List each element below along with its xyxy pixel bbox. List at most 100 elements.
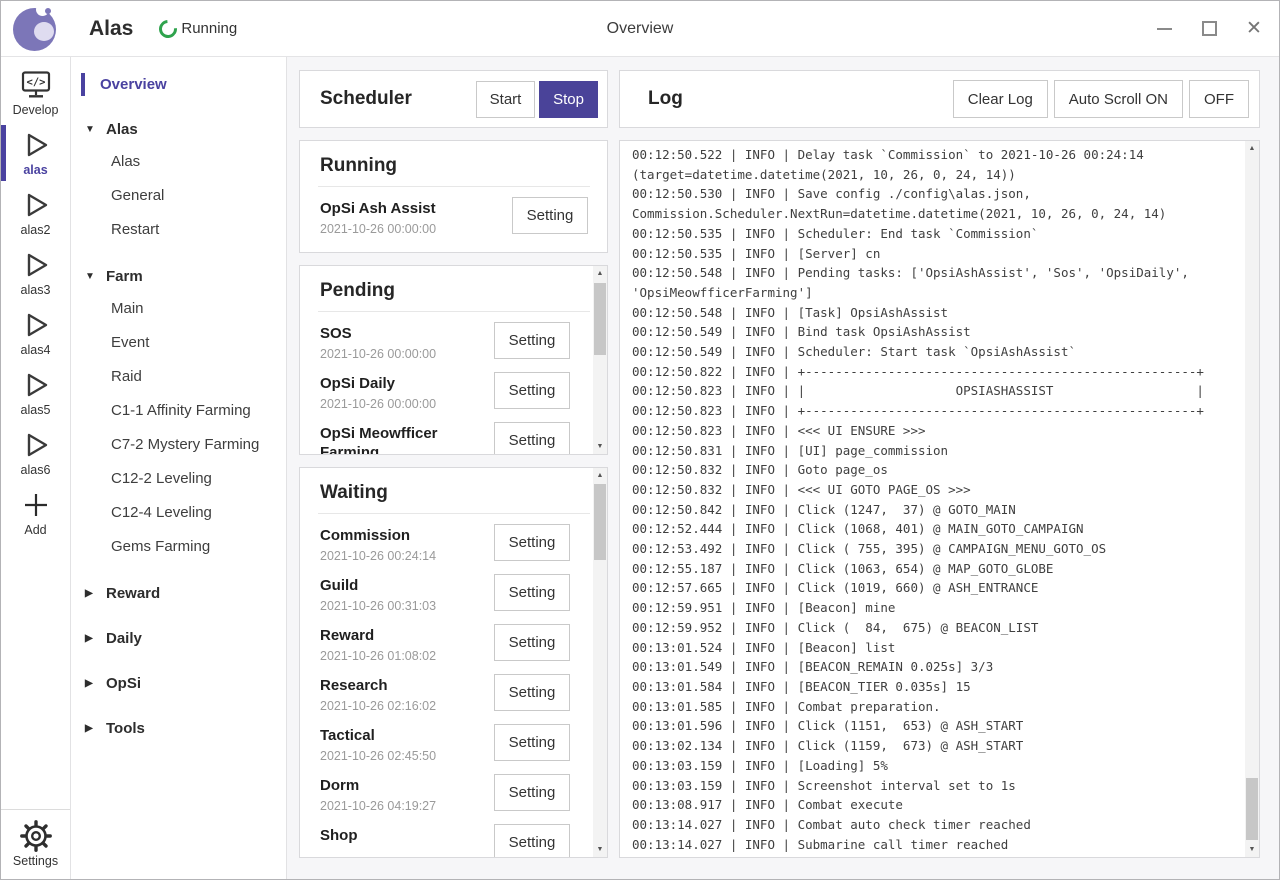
log-title: Log [648,88,947,110]
log-line: 00:12:50.548 | INFO | [Task] OpsiAshAssi… [632,303,1235,323]
nav-item-general[interactable]: General [71,178,286,212]
play-icon [19,248,53,282]
nav-item-c12-4-leveling[interactable]: C12-4 Leveling [71,495,286,529]
stop-button[interactable]: Stop [539,81,598,118]
play-icon [19,368,53,402]
maximize-button[interactable] [1200,20,1218,38]
nav-item-gems-farming[interactable]: Gems Farming [71,529,286,563]
instance-sidebar: </>Developalas alas2 alas3 alas4alas5alas6A… [1,57,71,879]
nav-section-reward[interactable]: ▶Reward [71,578,286,608]
sidebar-item-alas5[interactable]: alas5 [1,363,70,423]
task-name: OpSi Daily [320,372,492,393]
logo-dot [45,8,51,14]
sidebar-item-alas3[interactable]: alas3 [1,243,70,303]
nav-item-restart[interactable]: Restart [71,212,286,246]
nav-item-c7-2-mystery-farming[interactable]: C7-2 Mystery Farming [71,427,286,461]
running-task-list: OpSi Ash Assist2021-10-26 00:00:00Settin… [300,197,607,252]
task-row: OpSi Meowfficer FarmingSetting [320,422,607,454]
clear-log-button[interactable]: Clear Log [953,80,1048,118]
setting-button[interactable]: Setting [494,574,570,611]
nav-item-alas[interactable]: Alas [71,144,286,178]
divider [318,186,590,187]
minimize-icon [1157,28,1172,30]
setting-button[interactable]: Setting [494,774,570,811]
scheduler-status: Running [159,20,237,38]
sidebar-item-add[interactable]: Add [1,483,70,543]
auto-scroll-on-button[interactable]: Auto Scroll ON [1054,80,1183,118]
nav-item-raid[interactable]: Raid [71,359,286,393]
scroll-down-icon[interactable]: ▼ [593,439,607,454]
auto-scroll-off-button[interactable]: OFF [1189,80,1249,118]
log-line: 00:13:01.584 | INFO | [BEACON_TIER 0.035… [632,677,1235,697]
nav-section-label: Farm [106,268,143,285]
task-row: OpSi Daily2021-10-26 00:00:00Setting [320,372,607,422]
task-name: SOS [320,322,492,343]
sidebar-item-alas[interactable]: alas [1,123,70,183]
log-line: 00:12:50.530 | INFO | Save config ./conf… [632,184,1235,223]
nav-section-daily[interactable]: ▶Daily [71,623,286,653]
nav-item-main[interactable]: Main [71,291,286,325]
setting-button[interactable]: Setting [494,372,570,409]
log-line: 00:12:57.665 | INFO | Click (1019, 660) … [632,578,1235,598]
sidebar-item-alas6[interactable]: alas6 [1,423,70,483]
sidebar-item-alas4[interactable]: alas4 [1,303,70,363]
scrollbar[interactable]: ▲▼ [593,266,607,454]
setting-button[interactable]: Setting [494,322,570,359]
log-scrollbar[interactable]: ▲ ▼ [1245,141,1259,857]
sidebar-item-settings[interactable]: Settings [1,809,70,879]
log-line: 00:13:03.159 | INFO | Screenshot interva… [632,776,1235,796]
log-line: 00:13:08.917 | INFO | Combat execute [632,795,1235,815]
sidebar-item-label: alas2 [21,223,51,237]
nav-item-c1-1-affinity-farming[interactable]: C1-1 Affinity Farming [71,393,286,427]
task-row: Research2021-10-26 02:16:02Setting [320,674,607,724]
nav-section-alas[interactable]: ▼Alas [71,114,286,144]
main-content: Scheduler Start Stop RunningOpSi Ash Ass… [287,57,1279,879]
setting-button[interactable]: Setting [512,197,588,234]
pending-panel: PendingSOS2021-10-26 00:00:00SettingOpSi… [299,265,608,455]
setting-button[interactable]: Setting [494,674,570,711]
nav-section-farm[interactable]: ▼Farm [71,261,286,291]
log-output: 00:12:50.522 | INFO | Delay task `Commis… [619,140,1260,858]
play-icon [19,428,53,462]
log-line: 00:12:50.823 | INFO | <<< UI ENSURE >>> [632,421,1235,441]
scroll-down-icon[interactable]: ▼ [593,842,607,857]
log-line: 00:12:50.832 | INFO | <<< UI GOTO PAGE_O… [632,480,1235,500]
scroll-thumb[interactable] [594,484,606,560]
setting-button[interactable]: Setting [494,624,570,661]
log-line: 00:12:59.951 | INFO | [Beacon] mine [632,598,1235,618]
nav-section-tools[interactable]: ▶Tools [71,713,286,743]
log-line: 00:12:59.952 | INFO | Click ( 84, 675) @… [632,618,1235,638]
log-line: 00:13:01.585 | INFO | Combat preparation… [632,697,1235,717]
running-title: Running [300,141,607,177]
nav-section-opsi[interactable]: ▶OpSi [71,668,286,698]
task-name: Tactical [320,724,492,745]
svg-text:</>: </> [26,77,45,89]
task-row: Dorm2021-10-26 04:19:27Setting [320,774,607,824]
log-line: 00:12:50.549 | INFO | Scheduler: Start t… [632,342,1235,362]
sidebar-item-alas2[interactable]: alas2 [1,183,70,243]
nav-item-event[interactable]: Event [71,325,286,359]
setting-button[interactable]: Setting [494,724,570,761]
setting-button[interactable]: Setting [494,524,570,561]
sidebar-item-label: alas3 [21,283,51,297]
nav-item-overview[interactable]: Overview [71,69,286,99]
scroll-thumb[interactable] [594,283,606,355]
sidebar-item-label: Settings [13,854,58,868]
setting-button[interactable]: Setting [494,422,570,454]
start-button[interactable]: Start [476,81,535,118]
scroll-thumb[interactable] [1246,778,1258,840]
scrollbar[interactable]: ▲▼ [593,468,607,857]
scroll-down-icon[interactable]: ▼ [1245,842,1259,857]
setting-button[interactable]: Setting [494,824,570,857]
scroll-up-icon[interactable]: ▲ [593,266,607,281]
nav-item-c12-2-leveling[interactable]: C12-2 Leveling [71,461,286,495]
nav-menu: Overview ▼AlasAlasGeneralRestart ▼FarmMai… [71,57,287,879]
chevron-right-icon: ▶ [85,723,98,734]
minimize-button[interactable] [1155,20,1173,38]
task-name: Research [320,674,492,695]
waiting-panel: WaitingCommission2021-10-26 00:24:14Sett… [299,467,608,858]
scroll-up-icon[interactable]: ▲ [593,468,607,483]
scroll-up-icon[interactable]: ▲ [1245,141,1259,156]
sidebar-item-develop[interactable]: </>Develop [1,63,70,123]
close-button[interactable]: ✕ [1245,20,1263,38]
